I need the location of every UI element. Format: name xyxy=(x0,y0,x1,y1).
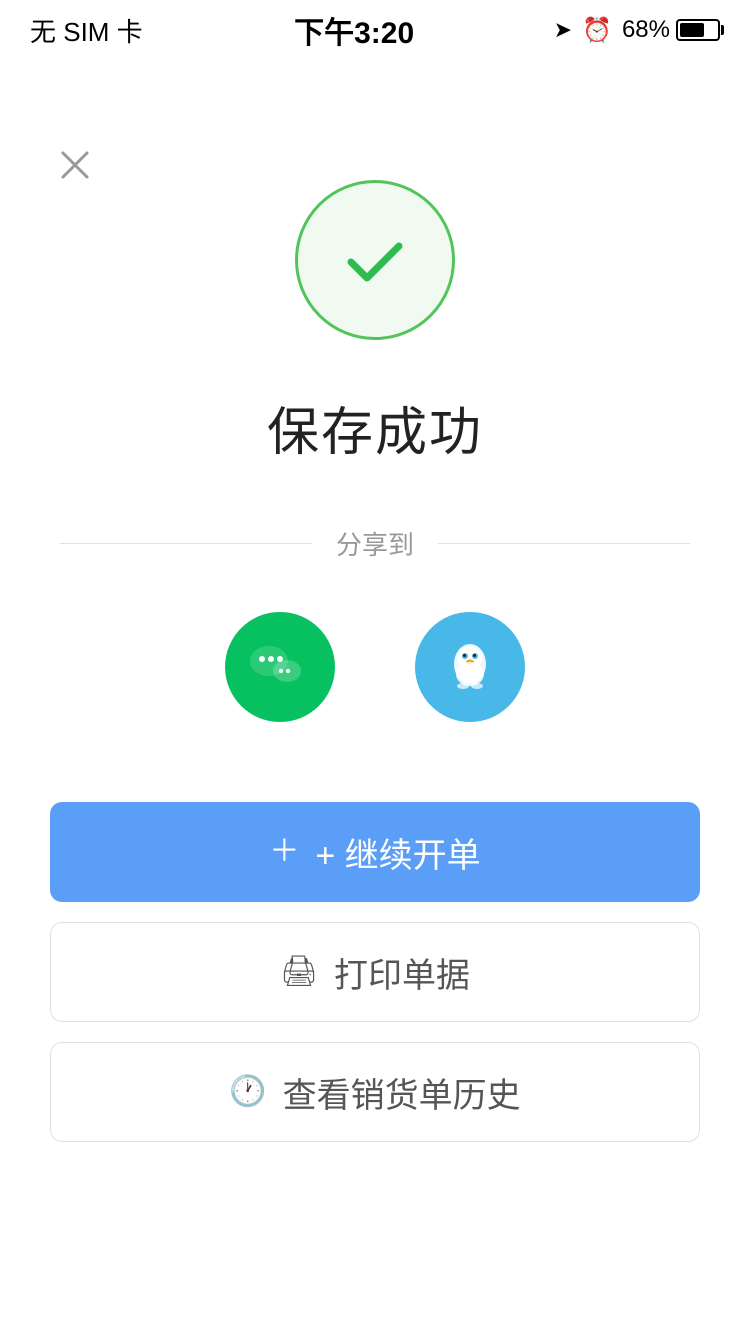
share-section: 分享到 xyxy=(0,525,750,722)
divider-right xyxy=(438,543,690,544)
print-receipt-label: 打印单据 xyxy=(334,948,470,997)
continue-order-label: + 继续开单 xyxy=(315,828,480,877)
close-button[interactable] xyxy=(50,140,100,190)
action-buttons: ＋ + 继续开单 🖨 打印单据 🕐 查看销货单历史 xyxy=(0,802,750,1142)
status-time: 下午3:20 xyxy=(294,8,414,52)
view-history-label: 查看销货单历史 xyxy=(283,1068,521,1117)
success-title: 保存成功 xyxy=(267,390,483,465)
status-right: ➤ ⏰ 68% xyxy=(554,16,720,45)
qq-share-button[interactable] xyxy=(415,612,525,722)
alarm-icon: ⏰ xyxy=(582,16,612,45)
view-history-button[interactable]: 🕐 查看销货单历史 xyxy=(50,1042,700,1142)
divider-left xyxy=(60,543,312,544)
status-left: 无 SIM 卡 xyxy=(30,12,155,49)
print-receipt-button[interactable]: 🖨 打印单据 xyxy=(50,922,700,1022)
share-label: 分享到 xyxy=(312,525,438,562)
main-content: 保存成功 分享到 xyxy=(0,60,750,1334)
clock-icon: 🕐 xyxy=(229,1077,266,1107)
status-bar: 无 SIM 卡 下午3:20 ➤ ⏰ 68% xyxy=(0,0,750,60)
battery-fill xyxy=(680,23,704,37)
battery-area: 68% xyxy=(622,16,720,44)
share-icons xyxy=(225,612,525,722)
sim-status: 无 SIM 卡 xyxy=(30,12,143,49)
plus-icon: ＋ xyxy=(269,837,299,867)
share-divider: 分享到 xyxy=(0,525,750,562)
battery-icon xyxy=(676,19,720,41)
location-icon: ➤ xyxy=(554,17,572,43)
wechat-share-button[interactable] xyxy=(225,612,335,722)
continue-order-button[interactable]: ＋ + 继续开单 xyxy=(50,802,700,902)
battery-percent: 68% xyxy=(622,16,670,44)
success-circle xyxy=(295,180,455,340)
printer-icon: 🖨 xyxy=(280,957,318,987)
